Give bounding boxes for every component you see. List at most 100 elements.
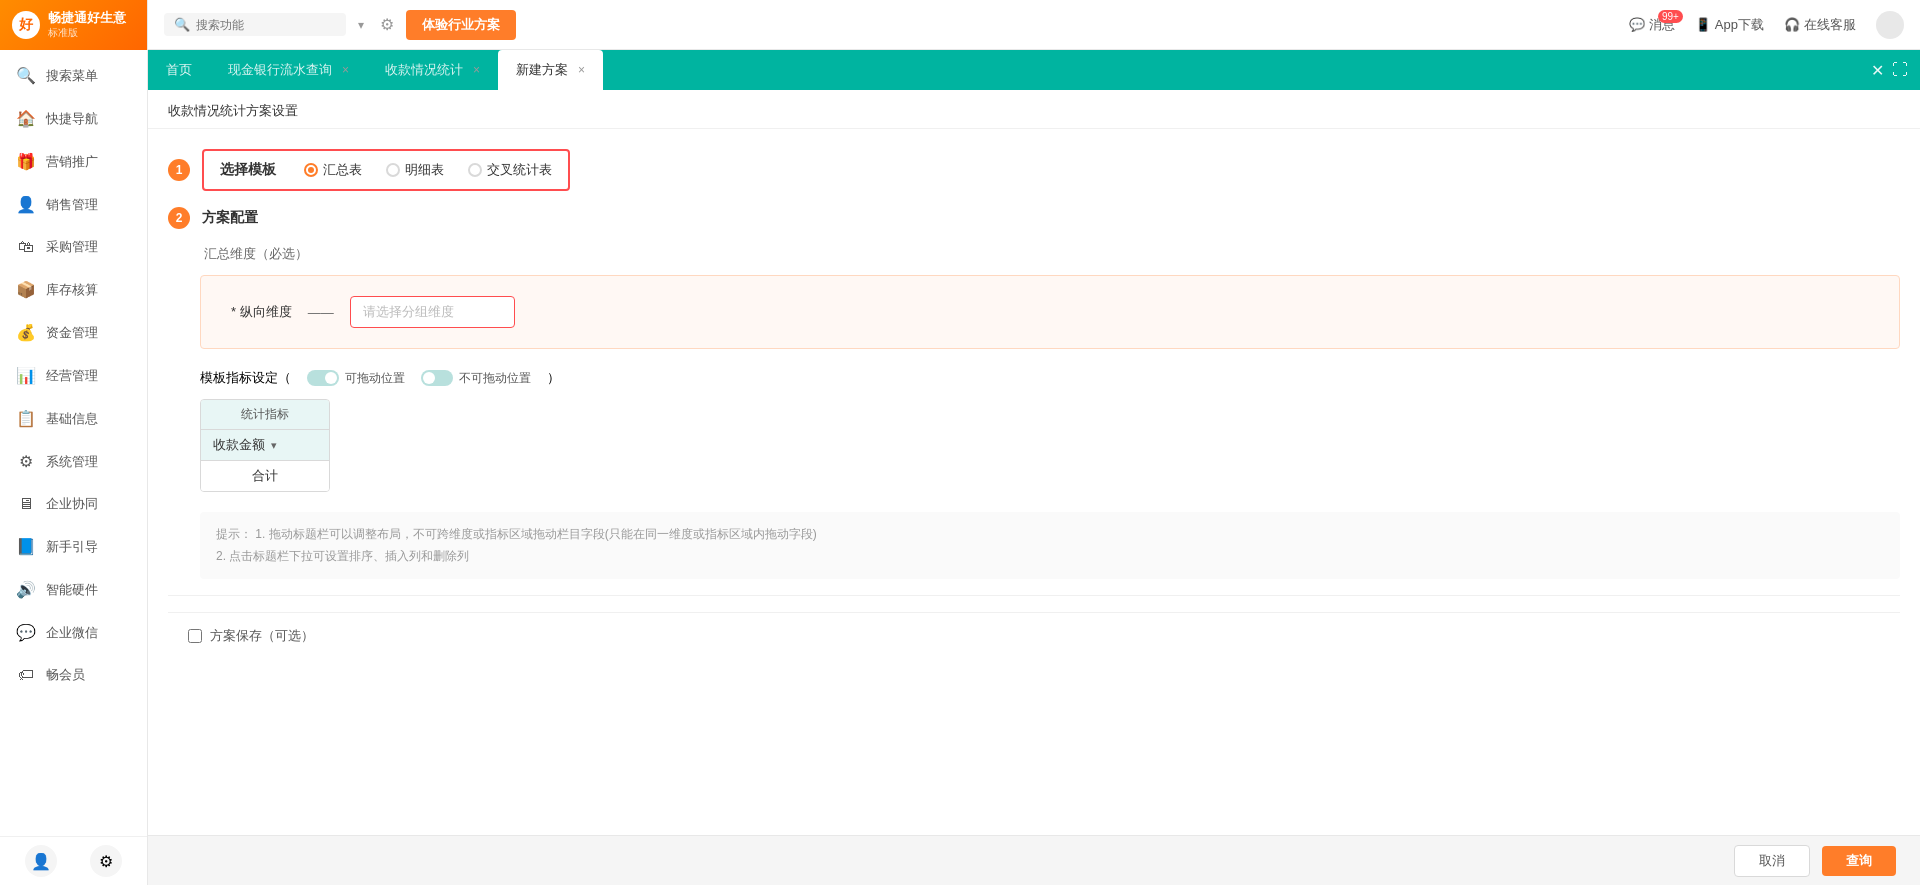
logo-sub: 标准版: [48, 26, 126, 40]
tips-line1: 提示： 1. 拖动标题栏可以调整布局，不可跨维度或指标区域拖动栏目字段(只能在同…: [216, 524, 1884, 546]
dimension-area: * 纵向维度 —— 请选择分组维度: [200, 275, 1900, 349]
radio-cross-circle: [468, 163, 482, 177]
metrics-header: 模板指标设定（ 可拖动位置 不可拖动位置 ）: [200, 369, 1900, 387]
sidebar-item-5[interactable]: 📦 库存核算: [0, 268, 147, 311]
bottom-save-row: 方案保存（可选）: [168, 612, 1900, 659]
sidebar-icon-11: 📘: [16, 537, 36, 556]
tab-cash-flow[interactable]: 现金银行流水查询 ×: [210, 50, 367, 90]
tab-expand-icon[interactable]: ⛶: [1892, 61, 1908, 79]
dimension-row: * 纵向维度 —— 请选择分组维度: [231, 296, 1869, 328]
tips-line2: 2. 点击标题栏下拉可设置排序、插入列和删除列: [216, 546, 1884, 568]
dimension-arrow: ——: [308, 305, 334, 320]
template-selection-box: 选择模板 汇总表 明细表: [202, 149, 570, 191]
topbar-service[interactable]: 🎧 在线客服: [1784, 16, 1856, 34]
radio-summary-label: 汇总表: [323, 161, 362, 179]
sidebar-label-2: 营销推广: [46, 153, 98, 171]
save-checkbox[interactable]: [188, 629, 202, 643]
trial-btn[interactable]: 体验行业方案: [406, 10, 516, 40]
dimension-placeholder: 请选择分组维度: [363, 304, 454, 319]
message-icon: 💬: [1629, 17, 1645, 32]
sidebar-item-2[interactable]: 🎁 营销推广: [0, 140, 147, 183]
stats-item-card[interactable]: 收款金额 ▾: [201, 430, 329, 461]
sidebar-item-1[interactable]: 🏠 快捷导航: [0, 97, 147, 140]
tab-home[interactable]: 首页: [148, 50, 210, 90]
user-avatar[interactable]: [1876, 11, 1904, 39]
sidebar-label-7: 经营管理: [46, 367, 98, 385]
sidebar-item-7[interactable]: 📊 经营管理: [0, 354, 147, 397]
sidebar-icon-8: 📋: [16, 409, 36, 428]
sidebar-icon-4: 🛍: [16, 238, 36, 256]
cancel-button[interactable]: 取消: [1734, 845, 1810, 877]
step2-badge: 2: [168, 207, 190, 229]
sidebar-item-14[interactable]: 🏷 畅会员: [0, 654, 147, 696]
sidebar-item-6[interactable]: 💰 资金管理: [0, 311, 147, 354]
radio-cross-label: 交叉统计表: [487, 161, 552, 179]
sidebar-item-10[interactable]: 🖥 企业协同: [0, 483, 147, 525]
sidebar-icon-3: 👤: [16, 195, 36, 214]
radio-detail[interactable]: 明细表: [386, 161, 444, 179]
dimension-section-label: 汇总维度（必选）: [200, 245, 1900, 263]
step2-row: 2 方案配置: [168, 207, 1900, 229]
sidebar-icon-7: 📊: [16, 366, 36, 385]
topbar-chevron-icon[interactable]: ▾: [358, 18, 364, 32]
sidebar-label-8: 基础信息: [46, 410, 98, 428]
sidebar-item-3[interactable]: 👤 销售管理: [0, 183, 147, 226]
search-icon: 🔍: [174, 17, 190, 32]
draggable-toggle-btn[interactable]: [307, 370, 339, 386]
tab-new-plan[interactable]: 新建方案 ×: [498, 50, 603, 90]
not-draggable-toggle: 不可拖动位置: [421, 370, 531, 387]
sidebar-label-3: 销售管理: [46, 196, 98, 214]
sidebar-bottom: 👤 ⚙: [0, 836, 147, 885]
radio-detail-label: 明细表: [405, 161, 444, 179]
topbar-search-box[interactable]: 🔍: [164, 13, 346, 36]
sidebar-item-4[interactable]: 🛍 采购管理: [0, 226, 147, 268]
message-badge: 99+: [1658, 10, 1683, 23]
step2-title: 方案配置: [202, 209, 258, 227]
page-title: 收款情况统计方案设置: [148, 90, 1920, 129]
sidebar-icon-13: 💬: [16, 623, 36, 642]
radio-summary[interactable]: 汇总表: [304, 161, 362, 179]
topbar-message[interactable]: 💬 消息 99+: [1629, 16, 1675, 34]
sidebar-item-12[interactable]: 🔊 智能硬件: [0, 568, 147, 611]
sidebar-icon-6: 💰: [16, 323, 36, 342]
app-logo: 好 畅捷通好生意 标准版: [0, 0, 147, 50]
topbar-right: 💬 消息 99+ 📱 App下载 🎧 在线客服: [1629, 11, 1904, 39]
sidebar-item-0[interactable]: 🔍 搜索菜单: [0, 54, 147, 97]
tab-new-plan-close[interactable]: ×: [578, 63, 585, 77]
query-button[interactable]: 查询: [1822, 846, 1896, 876]
vertical-dim-label: * 纵向维度: [231, 303, 292, 321]
tab-cash-flow-close[interactable]: ×: [342, 63, 349, 77]
sidebar-label-4: 采购管理: [46, 238, 98, 256]
radio-detail-circle: [386, 163, 400, 177]
tab-cash-flow-label: 现金银行流水查询: [228, 61, 332, 79]
sidebar-item-8[interactable]: 📋 基础信息: [0, 397, 147, 440]
sidebar-item-13[interactable]: 💬 企业微信: [0, 611, 147, 654]
sidebar-label-10: 企业协同: [46, 495, 98, 513]
search-input[interactable]: [196, 18, 336, 32]
sidebar-icon-1: 🏠: [16, 109, 36, 128]
sidebar-label-14: 畅会员: [46, 666, 85, 684]
sidebar-icon-0: 🔍: [16, 66, 36, 85]
sidebar-icon-2: 🎁: [16, 152, 36, 171]
sidebar-icon-9: ⚙: [16, 452, 36, 471]
sidebar-item-11[interactable]: 📘 新手引导: [0, 525, 147, 568]
tab-collection-stats[interactable]: 收款情况统计 ×: [367, 50, 498, 90]
tab-new-plan-label: 新建方案: [516, 61, 568, 79]
not-draggable-toggle-btn[interactable]: [421, 370, 453, 386]
dimension-select[interactable]: 请选择分组维度: [350, 296, 515, 328]
sidebar-label-12: 智能硬件: [46, 581, 98, 599]
download-icon: 📱: [1695, 17, 1711, 32]
sidebar-bottom-btn-1[interactable]: 👤: [25, 845, 57, 877]
step1-row: 1 选择模板 汇总表 明细表: [168, 149, 1900, 191]
tab-collection-stats-close[interactable]: ×: [473, 63, 480, 77]
stats-item-chevron[interactable]: ▾: [271, 439, 277, 452]
topbar-download[interactable]: 📱 App下载: [1695, 16, 1764, 34]
tab-close-all-icon[interactable]: ✕: [1871, 61, 1884, 80]
sidebar-bottom-btn-2[interactable]: ⚙: [90, 845, 122, 877]
radio-cross[interactable]: 交叉统计表: [468, 161, 552, 179]
sidebar-item-9[interactable]: ⚙ 系统管理: [0, 440, 147, 483]
topbar-gear-icon[interactable]: ⚙: [380, 15, 394, 34]
sidebar-label-11: 新手引导: [46, 538, 98, 556]
stats-header: 统计指标: [201, 400, 329, 430]
metrics-section-label: 模板指标设定（: [200, 369, 291, 387]
